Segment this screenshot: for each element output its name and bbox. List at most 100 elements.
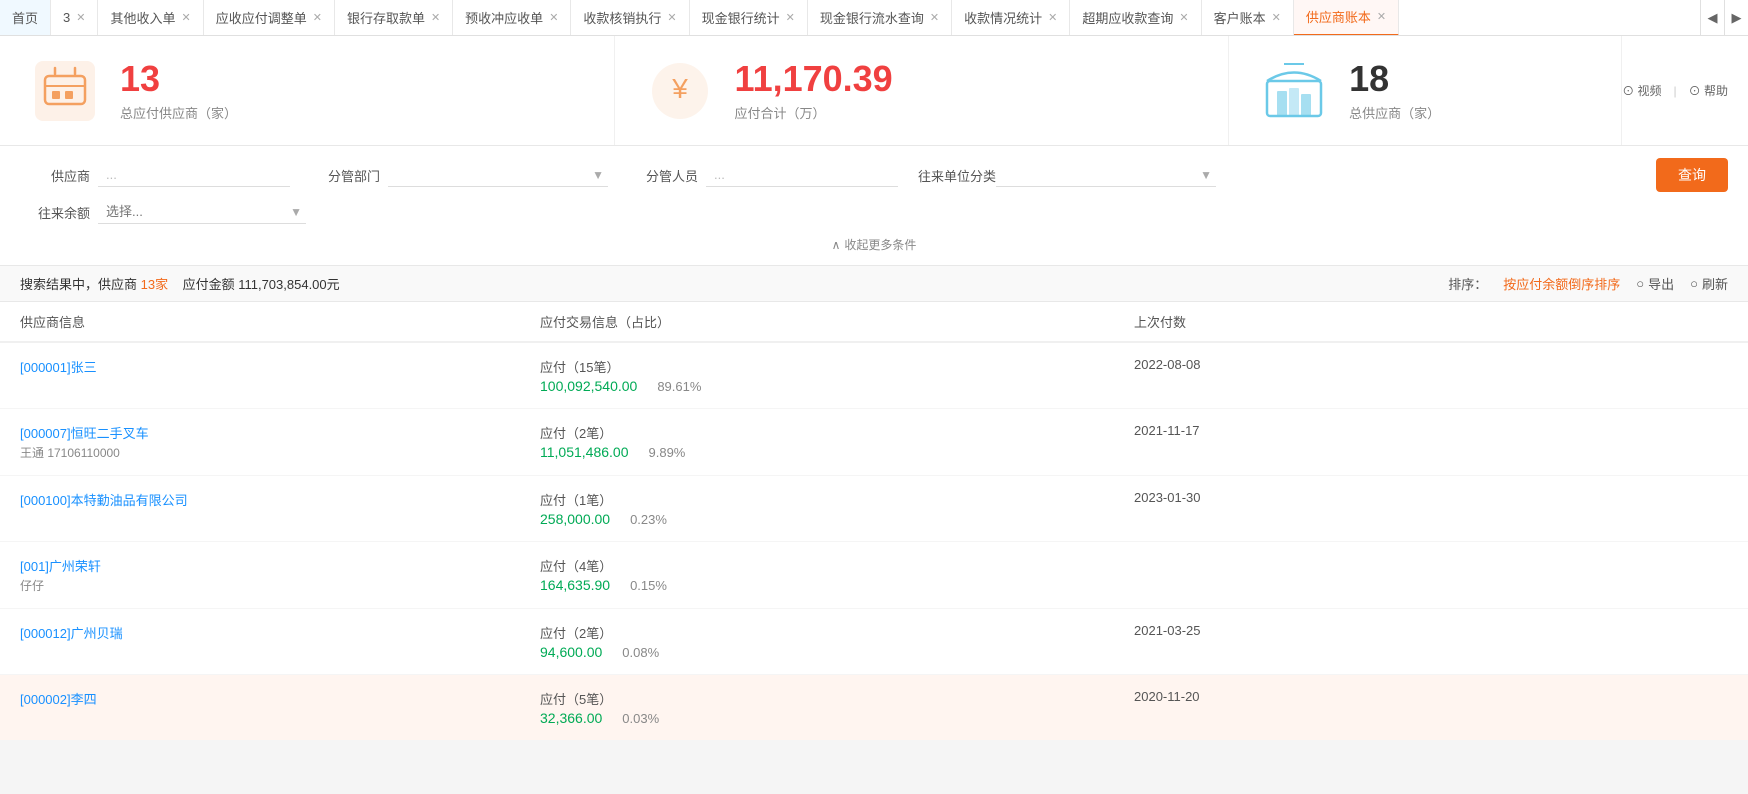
balance-filter-input[interactable]: [98, 200, 306, 223]
trans-label-5: 应付（5笔）: [540, 689, 1134, 708]
video-link[interactable]: ⊙ 视频: [1622, 82, 1661, 99]
stat-info-payable-total: 11,170.39 应付合计（万）: [735, 59, 893, 122]
trans-info-cell: 应付（5笔） 32,366.00 0.03%: [540, 689, 1134, 726]
vendor-code-4[interactable]: [000012]广州贝瑞: [20, 626, 123, 641]
close-ar-ap-adjust[interactable]: ✕: [313, 11, 322, 24]
vendor-filter-input[interactable]: [98, 163, 290, 187]
vendor-table: 供应商信息 应付交易信息（占比） 上次付数 [000001]张三 应付（15笔）…: [0, 302, 1748, 741]
trans-amount-2[interactable]: 258,000.00: [540, 511, 610, 527]
trans-row-4: 94,600.00 0.08%: [540, 644, 1134, 660]
close-customer-book[interactable]: ✕: [1272, 11, 1281, 24]
person-filter-label: 分管人员: [628, 166, 698, 185]
close-bank-deposit[interactable]: ✕: [431, 11, 440, 24]
vendor-info-cell: [000012]广州贝瑞: [20, 623, 540, 642]
balance-filter-select[interactable]: ▼: [98, 200, 306, 224]
filter-vendor: 供应商: [20, 163, 290, 187]
nav-cash-bank-stat[interactable]: 现金银行统计 ✕: [690, 0, 808, 36]
nav-vendor-book[interactable]: 供应商账本 ✕: [1294, 0, 1399, 36]
last-pay-date-1: 2021-11-17: [1134, 423, 1200, 438]
trans-percent-3: 0.15%: [630, 578, 667, 593]
vendor-code-5[interactable]: [000002]李四: [20, 692, 97, 707]
dept-filter-input[interactable]: [388, 163, 608, 186]
filter-person: 分管人员: [628, 163, 898, 187]
nav-ar-ap-adjust[interactable]: 应收应付调整单 ✕: [204, 0, 335, 36]
close-receipt-stat[interactable]: ✕: [1048, 11, 1057, 24]
nav-cash-flow[interactable]: 现金银行流水查询 ✕: [808, 0, 952, 36]
trans-amount-0[interactable]: 100,092,540.00: [540, 378, 637, 394]
category-filter-select[interactable]: ▼: [996, 163, 1216, 187]
trans-label-3: 应付（4笔）: [540, 556, 1134, 575]
search-button[interactable]: 查询: [1656, 158, 1728, 192]
filter-row-2: 往来余额 ▼: [20, 200, 1728, 224]
stat-card-actions: ⊙ 视频 | ⊙ 帮助: [1622, 36, 1748, 145]
trans-info-cell: 应付（15笔） 100,092,540.00 89.61%: [540, 357, 1134, 394]
vendor-code-1[interactable]: [000007]恒旺二手叉车: [20, 426, 149, 441]
divider: |: [1674, 84, 1677, 98]
nav-customer-book[interactable]: 客户账本 ✕: [1202, 0, 1294, 36]
close-receipt-verify[interactable]: ✕: [667, 11, 676, 24]
trans-info-cell: 应付（1笔） 258,000.00 0.23%: [540, 490, 1134, 527]
close-overdue-ar[interactable]: ✕: [1179, 11, 1188, 24]
nav-receipt-verify[interactable]: 收款核销执行 ✕: [571, 0, 689, 36]
nav-receipt-stat[interactable]: 收款情况统计 ✕: [952, 0, 1070, 36]
stat-info-vendors-payable: 13 总应付供应商（家）: [120, 59, 237, 122]
table-row: [000002]李四 应付（5笔） 32,366.00 0.03% 2020-1…: [0, 675, 1748, 741]
table-row: [000007]恒旺二手叉车 王通 17106110000 应付（2笔） 11,…: [0, 409, 1748, 476]
category-filter-input[interactable]: [996, 163, 1216, 186]
stats-area: 13 总应付供应商（家） ¥ 11,170.39 应付合计（万）: [0, 36, 1748, 146]
refresh-button[interactable]: ○ 刷新: [1690, 274, 1728, 293]
vendor-info-cell: [000001]张三: [20, 357, 540, 376]
trans-percent-5: 0.03%: [622, 711, 659, 726]
vendor-payable-icon: [30, 56, 100, 126]
close-tab3[interactable]: ✕: [76, 11, 85, 24]
nav-other-income[interactable]: 其他收入单 ✕: [98, 0, 203, 36]
close-cash-flow[interactable]: ✕: [930, 11, 939, 24]
stat-card-payable-total: ¥ 11,170.39 应付合计（万）: [615, 36, 1230, 145]
close-other-income[interactable]: ✕: [181, 11, 190, 24]
last-pay-cell-5: 2020-11-20: [1134, 689, 1728, 704]
nav-arrow-right[interactable]: ▶: [1724, 0, 1748, 36]
vendor-info-cell: [001]广州荣轩 仔仔: [20, 556, 540, 594]
filter-area: 供应商 分管部门 ▼ 分管人员 往来单位分类 ▼ 查询: [0, 146, 1748, 266]
trans-amount-5[interactable]: 32,366.00: [540, 710, 602, 726]
help-link[interactable]: ⊙ 帮助: [1689, 82, 1728, 99]
trans-label-4: 应付（2笔）: [540, 623, 1134, 642]
vendor-code-2[interactable]: [000100]本特勤油品有限公司: [20, 493, 188, 508]
svg-text:¥: ¥: [671, 73, 688, 104]
sort-value[interactable]: 按应付余额倒序排序: [1503, 274, 1620, 293]
result-bar: 搜索结果中，供应商 13家 应付金额 111,703,854.00元 排序： 按…: [0, 266, 1748, 302]
col-last-pay: 上次付数: [1134, 312, 1728, 331]
trans-percent-4: 0.08%: [622, 645, 659, 660]
top-navigation: 首页 3 ✕ 其他收入单 ✕ 应收应付调整单 ✕ 银行存取款单 ✕ 预收冲应收单…: [0, 0, 1748, 36]
dept-filter-select[interactable]: ▼: [388, 163, 608, 187]
export-icon: ○: [1636, 276, 1644, 291]
stat-number-total-vendors: 18: [1349, 59, 1440, 99]
trans-amount-1[interactable]: 11,051,486.00: [540, 444, 629, 460]
close-vendor-book[interactable]: ✕: [1377, 10, 1386, 23]
nav-prepaid-ar[interactable]: 预收冲应收单 ✕: [453, 0, 571, 36]
stat-card-total-vendors: 18 总供应商（家）: [1229, 36, 1622, 145]
nav-bank-deposit[interactable]: 银行存取款单 ✕: [335, 0, 453, 36]
person-filter-input[interactable]: [706, 163, 898, 187]
nav-overdue-ar[interactable]: 超期应收款查询 ✕: [1070, 0, 1201, 36]
nav-arrow-left[interactable]: ◀: [1700, 0, 1724, 36]
last-pay-cell-4: 2021-03-25: [1134, 623, 1728, 638]
last-pay-date-2: 2023-01-30: [1134, 490, 1201, 505]
nav-home[interactable]: 首页: [0, 0, 51, 36]
vendor-info-cell: [000100]本特勤油品有限公司: [20, 490, 540, 509]
trans-label-1: 应付（2笔）: [540, 423, 1134, 442]
vendor-info-cell: [000002]李四: [20, 689, 540, 708]
collapse-bar[interactable]: ∧ 收起更多条件: [20, 232, 1728, 257]
trans-label-2: 应付（1笔）: [540, 490, 1134, 509]
trans-amount-3[interactable]: 164,635.90: [540, 577, 610, 593]
trans-amount-4[interactable]: 94,600.00: [540, 644, 602, 660]
export-button[interactable]: ○ 导出: [1636, 274, 1674, 293]
close-cash-bank-stat[interactable]: ✕: [786, 11, 795, 24]
trans-row-5: 32,366.00 0.03%: [540, 710, 1134, 726]
trans-row-3: 164,635.90 0.15%: [540, 577, 1134, 593]
close-prepaid-ar[interactable]: ✕: [549, 11, 558, 24]
col-trans-info: 应付交易信息（占比）: [540, 312, 1134, 331]
nav-tab3[interactable]: 3 ✕: [51, 0, 98, 36]
filter-dept: 分管部门 ▼: [310, 163, 608, 187]
vendor-code-3[interactable]: [001]广州荣轩: [20, 559, 101, 574]
